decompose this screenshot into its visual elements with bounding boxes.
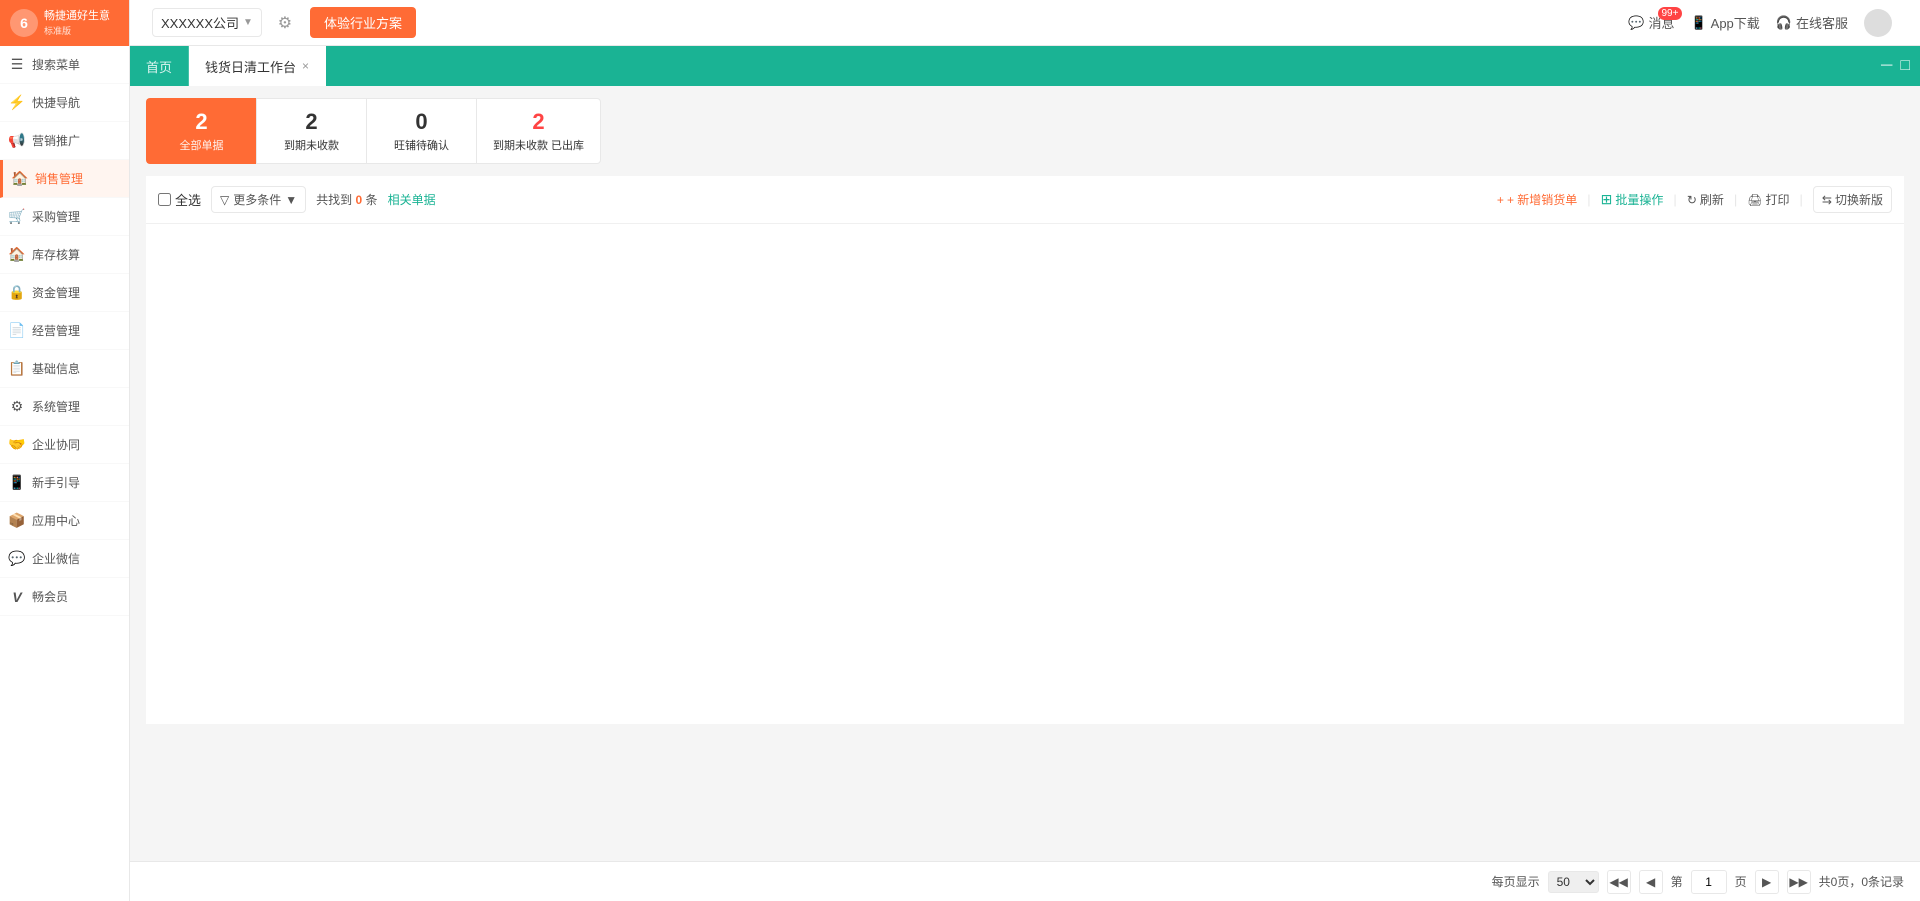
toolbar-left: 全选 ▽ 更多条件 ▼ 共找到 0 条 相关单据 — [158, 186, 436, 213]
tab-close-icon[interactable]: × — [302, 59, 309, 73]
sidebar-item-app-center[interactable]: 📦 应用中心 — [0, 502, 129, 540]
summary-tab-pending[interactable]: 0 旺铺待确认 — [366, 98, 476, 164]
add-sales-order-button[interactable]: + + 新增销货单 — [1497, 191, 1577, 208]
sidebar-item-basic-info[interactable]: 📋 基础信息 — [0, 350, 129, 388]
sidebar-item-guide[interactable]: 📱 新手引导 — [0, 464, 129, 502]
nav-tab-actions: ─ □ — [1881, 57, 1920, 75]
nav-maximize-icon[interactable]: □ — [1900, 57, 1910, 75]
last-page-icon: ▶▶ — [1789, 875, 1807, 889]
refresh-button[interactable]: ↻ 刷新 — [1687, 191, 1724, 208]
inventory-icon: 🏠 — [8, 246, 26, 263]
batch-operation-button[interactable]: ⊞ 批量操作 — [1601, 191, 1664, 208]
tab-cash-flow[interactable]: 钱货日清工作台 × — [189, 46, 326, 86]
basic-info-icon: 📋 — [8, 360, 26, 377]
member-icon: V — [8, 589, 26, 605]
found-text: 共找到 0 条 — [316, 191, 377, 208]
last-page-button[interactable]: ▶▶ — [1787, 870, 1811, 894]
message-icon: 💬 — [1628, 15, 1644, 31]
purchase-icon: 🛒 — [8, 208, 26, 225]
first-page-icon: ◀◀ — [1609, 875, 1627, 889]
print-button[interactable]: 🖨 打印 — [1747, 191, 1789, 208]
prev-page-button[interactable]: ◀ — [1639, 870, 1663, 894]
trial-button[interactable]: 体验行业方案 — [310, 7, 416, 38]
header-right: 💬 消息 99+ 📱 App下载 🎧 在线客服 — [1628, 9, 1908, 37]
select-all-input[interactable] — [158, 193, 171, 206]
finance-icon: 🔒 — [8, 284, 26, 301]
pagination: 每页显示 50 20 100 ◀◀ ◀ 第 页 ▶ ▶▶ 共0页，0条记录 — [130, 861, 1920, 901]
sidebar-item-wechat[interactable]: 💬 企业微信 — [0, 540, 129, 578]
switch-icon: ⇆ — [1822, 193, 1832, 207]
quick-nav-icon: ⚡ — [8, 94, 26, 111]
filter-icon: ▽ — [220, 193, 229, 207]
found-count: 0 — [356, 193, 363, 207]
company-selector[interactable]: XXXXXX公司 ▼ — [152, 8, 262, 37]
top-header: XXXXXX公司 ▼ ⚙ 体验行业方案 💬 消息 99+ 📱 App下载 🎧 在… — [130, 0, 1920, 46]
enterprise-icon: 🤝 — [8, 436, 26, 453]
page-size-select[interactable]: 50 20 100 — [1548, 871, 1599, 893]
app-download-button[interactable]: 📱 App下载 — [1690, 13, 1759, 32]
related-bills-link[interactable]: 相关单据 — [388, 191, 436, 208]
gear-icon: ⚙ — [278, 13, 292, 33]
online-service-button[interactable]: 🎧 在线客服 — [1776, 13, 1848, 32]
sidebar-item-system[interactable]: ⚙ 系统管理 — [0, 388, 129, 426]
prev-page-icon: ◀ — [1646, 875, 1655, 889]
sidebar-item-quick-nav[interactable]: ⚡ 快捷导航 — [0, 84, 129, 122]
table-area — [146, 224, 1904, 724]
sidebar-item-sales[interactable]: 🏠 销售管理 — [0, 160, 129, 198]
system-icon: ⚙ — [8, 398, 26, 415]
service-icon: 🎧 — [1776, 15, 1792, 31]
download-icon: 📱 — [1690, 15, 1706, 31]
guide-icon: 📱 — [8, 474, 26, 491]
next-page-icon: ▶ — [1762, 875, 1771, 889]
summary-tabs: 2 全部单据 2 到期未收款 0 旺铺待确认 2 到期未收款 已出库 — [130, 86, 1920, 176]
sidebar-logo-text: 畅捷通好生意 标准版 — [44, 9, 110, 36]
sidebar-header: 6 畅捷通好生意 标准版 — [0, 0, 129, 46]
sidebar-logo-icon: 6 — [10, 9, 38, 37]
select-all-checkbox[interactable]: 全选 — [158, 190, 201, 209]
main-content: 2 全部单据 2 到期未收款 0 旺铺待确认 2 到期未收款 已出库 全选 ▽ … — [130, 86, 1920, 901]
sidebar-item-marketing[interactable]: 📢 营销推广 — [0, 122, 129, 160]
filter-chevron-icon: ▼ — [285, 193, 297, 207]
sales-icon: 🏠 — [11, 170, 29, 187]
sidebar-item-operation[interactable]: 📄 经营管理 — [0, 312, 129, 350]
user-avatar[interactable] — [1864, 9, 1892, 37]
filter-button[interactable]: ▽ 更多条件 ▼ — [211, 186, 306, 213]
sidebar-item-member[interactable]: V 畅会员 — [0, 578, 129, 616]
wechat-icon: 💬 — [8, 550, 26, 567]
search-menu-icon: ☰ — [8, 56, 26, 73]
refresh-icon: ↻ — [1687, 193, 1697, 207]
company-dropdown-icon: ▼ — [243, 17, 253, 28]
settings-button[interactable]: ⚙ — [270, 8, 300, 38]
sidebar: 6 畅捷通好生意 标准版 ☰ 搜索菜单 ⚡ 快捷导航 📢 营销推广 🏠 销售管理… — [0, 0, 130, 901]
toolbar-right: + + 新增销货单 | ⊞ 批量操作 | ↻ 刷新 | 🖨 打印 | ⇆ 切换新… — [1497, 186, 1892, 213]
marketing-icon: 📢 — [8, 132, 26, 149]
sidebar-item-search[interactable]: ☰ 搜索菜单 — [0, 46, 129, 84]
batch-icon: ⊞ — [1601, 191, 1613, 208]
summary-tab-overdue-shipped[interactable]: 2 到期未收款 已出库 — [476, 98, 601, 164]
sidebar-item-purchase[interactable]: 🛒 采购管理 — [0, 198, 129, 236]
summary-tab-overdue[interactable]: 2 到期未收款 — [256, 98, 366, 164]
messages-button[interactable]: 💬 消息 99+ — [1628, 13, 1674, 32]
sidebar-item-enterprise[interactable]: 🤝 企业协同 — [0, 426, 129, 464]
nav-tabs: 首页 钱货日清工作台 × ─ □ — [130, 46, 1920, 86]
plus-icon: + — [1497, 193, 1504, 207]
page-number-input[interactable] — [1691, 870, 1727, 894]
app-center-icon: 📦 — [8, 512, 26, 529]
message-badge: 99+ — [1658, 7, 1683, 20]
sidebar-item-finance[interactable]: 🔒 资金管理 — [0, 274, 129, 312]
print-icon: 🖨 — [1747, 193, 1762, 207]
sidebar-item-inventory[interactable]: 🏠 库存核算 — [0, 236, 129, 274]
summary-tab-all[interactable]: 2 全部单据 — [146, 98, 256, 164]
operation-icon: 📄 — [8, 322, 26, 339]
tab-home[interactable]: 首页 — [130, 46, 189, 86]
switch-new-version-button[interactable]: ⇆ 切换新版 — [1813, 186, 1892, 213]
first-page-button[interactable]: ◀◀ — [1607, 870, 1631, 894]
total-records-label: 共0页，0条记录 — [1819, 873, 1904, 890]
toolbar: 全选 ▽ 更多条件 ▼ 共找到 0 条 相关单据 + + 新增销货单 | ⊞ 批… — [146, 176, 1904, 224]
next-page-button[interactable]: ▶ — [1755, 870, 1779, 894]
nav-minimize-icon[interactable]: ─ — [1881, 57, 1892, 75]
